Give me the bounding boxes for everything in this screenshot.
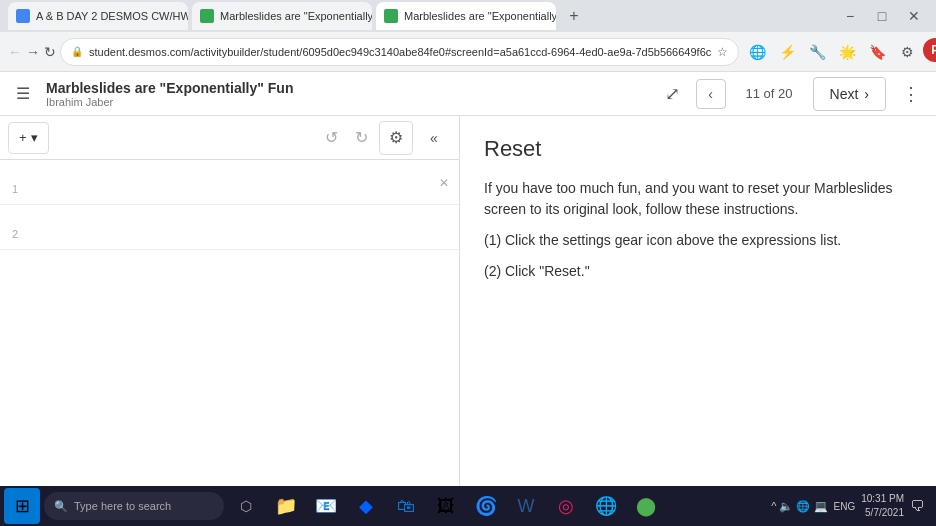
browser-action-icons: 🌐 ⚡ 🔧 🌟 🔖 ⚙ P ⋮ xyxy=(743,38,936,66)
undo-button[interactable]: ↺ xyxy=(317,124,345,152)
expand-button[interactable]: ⤢ xyxy=(661,79,684,109)
taskbar-edge[interactable]: 🌀 xyxy=(468,488,504,524)
reload-button[interactable]: ↻ xyxy=(44,38,56,66)
extension-icon-2[interactable]: ⚡ xyxy=(773,38,801,66)
calculator-toolbar: + ▾ ↺ ↻ ⚙ « xyxy=(0,116,459,160)
title-bar: A & B DAY 2 DESMOS CW/HW: … ✕ Marbleslid… xyxy=(0,0,936,32)
extension-icon-3[interactable]: 🔧 xyxy=(803,38,831,66)
tab1-favicon xyxy=(16,9,30,23)
app-title-group: Marbleslides are "Exponentially" Fun Ibr… xyxy=(46,80,293,108)
taskbar-system-tray: ^ 🔈 🌐 💻 ENG 10:31 PM 5/7/2021 🗨 xyxy=(763,492,932,520)
calculator-panel: + ▾ ↺ ↻ ⚙ « 1 ✕ 2 xyxy=(0,116,460,486)
maximize-icon[interactable]: □ xyxy=(868,2,896,30)
section-body: If you have too much fun, and you want t… xyxy=(484,178,912,282)
taskbar-photos[interactable]: 🖼 xyxy=(428,488,464,524)
taskbar-file-explorer[interactable]: 📁 xyxy=(268,488,304,524)
tab-3-active[interactable]: Marbleslides are "Exponentially" ✕ xyxy=(376,2,556,30)
plus-icon: + xyxy=(19,130,27,145)
app-title: Marbleslides are "Exponentially" Fun xyxy=(46,80,293,96)
system-tray-icons: ^ 🔈 🌐 💻 xyxy=(771,500,827,513)
clock-date: 5/7/2021 xyxy=(861,506,904,520)
instruction-paragraph-1: If you have too much fun, and you want t… xyxy=(484,178,912,220)
tab-2[interactable]: Marbleslides are "Exponentially" ✕ xyxy=(192,2,372,30)
taskbar: ⊞ 🔍 Type here to search ⬡ 📁 📧 ◆ 🛍 🖼 🌀 W … xyxy=(0,486,936,526)
notifications-icon[interactable]: 🗨 xyxy=(910,498,924,514)
add-dropdown-icon: ▾ xyxy=(31,130,38,145)
section-title: Reset xyxy=(484,136,912,162)
extension-icon-6[interactable]: ⚙ xyxy=(893,38,921,66)
search-placeholder: Type here to search xyxy=(74,500,171,512)
clock-time: 10:31 PM xyxy=(861,492,904,506)
add-expression-button[interactable]: + ▾ xyxy=(8,122,49,154)
next-label: Next xyxy=(830,86,859,102)
app-author: Ibrahim Jaber xyxy=(46,96,293,108)
tab-1[interactable]: A & B DAY 2 DESMOS CW/HW: … ✕ xyxy=(8,2,188,30)
keyboard-lang: ENG xyxy=(834,501,856,512)
new-tab-button[interactable]: + xyxy=(560,2,588,30)
forward-button[interactable]: → xyxy=(26,38,40,66)
next-button[interactable]: Next › xyxy=(813,77,886,111)
expression-input-2[interactable] xyxy=(30,205,459,249)
expression-delete-1[interactable]: ✕ xyxy=(429,168,459,198)
back-button[interactable]: ← xyxy=(8,38,22,66)
instructions-panel: Reset If you have too much fun, and you … xyxy=(460,116,936,486)
taskbar-word[interactable]: W xyxy=(508,488,544,524)
expression-number-2: 2 xyxy=(0,205,30,249)
extension-icon-5[interactable]: 🔖 xyxy=(863,38,891,66)
tab3-label: Marbleslides are "Exponentially" xyxy=(404,10,556,22)
extension-icon-1[interactable]: 🌐 xyxy=(743,38,771,66)
more-options-button[interactable]: ⋮ xyxy=(898,79,924,109)
expression-list: 1 ✕ 2 xyxy=(0,160,459,486)
start-button[interactable]: ⊞ xyxy=(4,488,40,524)
taskbar-search[interactable]: 🔍 Type here to search xyxy=(44,492,224,520)
profile-avatar[interactable]: P xyxy=(923,38,936,62)
next-chevron-icon: › xyxy=(864,86,869,102)
taskbar-cortana[interactable]: ⬡ xyxy=(228,488,264,524)
search-icon: 🔍 xyxy=(54,500,68,513)
redo-button[interactable]: ↻ xyxy=(347,124,375,152)
taskbar-chrome[interactable]: 🌐 xyxy=(588,488,624,524)
nav-bar: ← → ↻ 🔒 student.desmos.com/activitybuild… xyxy=(0,32,936,72)
tab3-favicon xyxy=(384,9,398,23)
taskbar-clock: 10:31 PM 5/7/2021 xyxy=(861,492,904,520)
page-indicator: 11 of 20 xyxy=(738,86,801,101)
table-row: 1 ✕ xyxy=(0,160,459,205)
lock-icon: 🔒 xyxy=(71,46,83,57)
taskbar-mail[interactable]: 📧 xyxy=(308,488,344,524)
tab1-label: A & B DAY 2 DESMOS CW/HW: … xyxy=(36,10,188,22)
extension-icon-4[interactable]: 🌟 xyxy=(833,38,861,66)
expression-number-1: 1 xyxy=(0,160,30,204)
collapse-panel-button[interactable]: « xyxy=(417,121,451,155)
address-text: student.desmos.com/activitybuilder/stude… xyxy=(89,46,711,58)
address-bar[interactable]: 🔒 student.desmos.com/activitybuilder/stu… xyxy=(60,38,739,66)
tab2-favicon xyxy=(200,9,214,23)
tab2-label: Marbleslides are "Exponentially" xyxy=(220,10,372,22)
minimize-icon[interactable]: − xyxy=(836,2,864,30)
taskbar-store[interactable]: 🛍 xyxy=(388,488,424,524)
instruction-paragraph-3: (2) Click "Reset." xyxy=(484,261,912,282)
app-header: ☰ Marbleslides are "Exponentially" Fun I… xyxy=(0,72,936,116)
instruction-paragraph-2: (1) Click the settings gear icon above t… xyxy=(484,230,912,251)
taskbar-dropbox[interactable]: ◆ xyxy=(348,488,384,524)
expression-input-1[interactable] xyxy=(30,160,429,204)
close-icon[interactable]: ✕ xyxy=(900,2,928,30)
hamburger-menu-button[interactable]: ☰ xyxy=(12,80,34,107)
table-row: 2 xyxy=(0,205,459,250)
settings-gear-button[interactable]: ⚙ xyxy=(379,121,413,155)
bookmark-icon[interactable]: ☆ xyxy=(717,45,728,59)
prev-page-button[interactable]: ‹ xyxy=(696,79,726,109)
main-content: + ▾ ↺ ↻ ⚙ « 1 ✕ 2 Reset If xyxy=(0,116,936,486)
taskbar-app2[interactable]: ⬤ xyxy=(628,488,664,524)
taskbar-app1[interactable]: ◎ xyxy=(548,488,584,524)
undo-redo-group: ↺ ↻ xyxy=(317,124,375,152)
window-controls: − □ ✕ xyxy=(836,2,928,30)
